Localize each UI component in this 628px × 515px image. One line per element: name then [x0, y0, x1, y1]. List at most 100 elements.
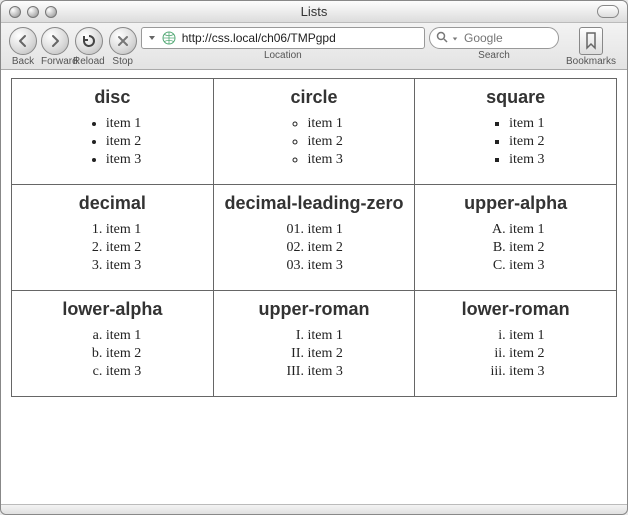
back-button[interactable] — [9, 27, 37, 55]
chevron-down-icon — [148, 34, 156, 42]
arrow-right-icon — [48, 34, 62, 48]
list-item: item 3 — [509, 258, 544, 274]
list-style-grid: discitem 1item 2item 3circleitem 1item 2… — [11, 78, 617, 397]
forward-label: Forward — [41, 56, 69, 67]
titlebar: Lists — [1, 1, 627, 23]
list-item: item 3 — [106, 364, 141, 380]
list-item: item 2 — [509, 346, 544, 362]
cell-title: circle — [224, 87, 405, 108]
cell-list: item 1 item 2 item 3 — [83, 114, 141, 170]
nav-group: Back Forward — [9, 27, 69, 67]
magnifier-icon — [436, 31, 448, 43]
list: item 1 item 2 item 3 — [487, 222, 545, 274]
list-item: item 3 — [307, 152, 342, 168]
grid-cell: circle item 1item 2item 3 — [213, 79, 415, 185]
list: item 1item 2item 3 — [487, 328, 545, 380]
reload-label: Reload — [73, 56, 105, 67]
grid-cell: upper-romanitem 1item 2item 3 — [213, 291, 415, 397]
window-controls — [9, 6, 57, 18]
stop-group: Stop — [109, 27, 137, 67]
cell-list: item 1item 2item 3 — [487, 326, 545, 382]
cell-title: disc — [22, 87, 203, 108]
stop-icon — [117, 35, 129, 47]
list: item 1 item 2 item 3 — [83, 116, 141, 168]
grid-cell: squareitem 1item 2item 3 — [415, 79, 617, 185]
bookmarks-button[interactable] — [579, 27, 603, 55]
list-item: item 1 — [106, 116, 141, 132]
cell-title: lower-roman — [425, 299, 606, 320]
close-window-button[interactable] — [9, 6, 21, 18]
grid-cell: decimal item 1 item 2 item 3 — [12, 185, 214, 291]
reload-icon — [81, 33, 97, 49]
status-bar — [1, 504, 627, 514]
url-dropdown-icon[interactable] — [146, 28, 158, 48]
search-label: Search — [478, 50, 510, 61]
cell-list: item 1 item 2 item 3 — [487, 220, 545, 276]
list-item: item 2 — [106, 346, 141, 362]
grid-cell: lower-alpha item 1 item 2 item 3 — [12, 291, 214, 397]
cell-title: decimal — [22, 193, 203, 214]
list-item: item 3 — [106, 152, 141, 168]
stop-button[interactable] — [109, 27, 137, 55]
list-item: item 1 — [307, 328, 342, 344]
list-item: item 2 — [509, 240, 544, 256]
toolbar-toggle-pill[interactable] — [597, 5, 619, 18]
list-item: item 1 — [307, 116, 342, 132]
cell-list: item 1 item 2 item 3 — [83, 220, 141, 276]
grid-cell: lower-romanitem 1item 2item 3 — [415, 291, 617, 397]
list-item: item 1 — [106, 222, 141, 238]
cell-title: square — [425, 87, 606, 108]
cell-title: decimal-leading-zero — [224, 193, 405, 214]
grid-cell: upper-alpha item 1 item 2 item 3 — [415, 185, 617, 291]
minimize-window-button[interactable] — [27, 6, 39, 18]
list-item: item 2 — [106, 134, 141, 150]
bookmark-icon — [585, 32, 597, 50]
search-dropdown-icon[interactable] — [452, 31, 458, 45]
location-label: Location — [264, 50, 302, 61]
cell-title: upper-alpha — [425, 193, 606, 214]
cell-list: item 1item 2item 3 — [285, 326, 343, 382]
list-item: item 2 — [307, 240, 342, 256]
bookmarks-label: Bookmarks — [566, 56, 616, 67]
forward-button[interactable] — [41, 27, 69, 55]
cell-title: upper-roman — [224, 299, 405, 320]
location-group: Location — [141, 27, 425, 61]
browser-window: Lists Back Forward Reload — [0, 0, 628, 515]
stop-label: Stop — [112, 56, 133, 67]
list: item 1item 2item 3 — [487, 116, 545, 168]
search-group: Search — [429, 27, 559, 61]
globe-icon — [162, 31, 176, 45]
search-field-wrap[interactable] — [429, 27, 559, 49]
search-icon — [436, 31, 448, 46]
list-item: item 2 — [106, 240, 141, 256]
list-item: item 3 — [106, 258, 141, 274]
cell-title: lower-alpha — [22, 299, 203, 320]
list: item 1 item 2 item 3 — [83, 222, 141, 274]
url-input[interactable] — [180, 30, 420, 46]
list-item: item 1 — [106, 328, 141, 344]
toolbar: Back Forward Reload Stop — [1, 23, 627, 70]
reload-button[interactable] — [75, 27, 103, 55]
list: item 1item 2item 3 — [285, 116, 343, 168]
list: item 1item 2item 3 — [285, 328, 343, 380]
grid-cell: disc item 1 item 2 item 3 — [12, 79, 214, 185]
grid-cell: decimal-leading-zero item 1 item 2 item 3 — [213, 185, 415, 291]
list-item: item 1 — [509, 328, 544, 344]
back-label: Back — [9, 56, 37, 67]
list-item: item 1 — [307, 222, 342, 238]
window-title: Lists — [1, 4, 627, 19]
list-item: item 1 — [509, 222, 544, 238]
list-item: item 2 — [509, 134, 544, 150]
zoom-window-button[interactable] — [45, 6, 57, 18]
cell-list: item 1 item 2 item 3 — [83, 326, 141, 382]
list-item: item 3 — [307, 258, 342, 274]
url-field-wrap[interactable] — [141, 27, 425, 49]
chevron-down-icon — [452, 36, 458, 42]
list-item: item 2 — [307, 346, 342, 362]
page-content: discitem 1item 2item 3circleitem 1item 2… — [1, 70, 627, 504]
reload-group: Reload — [73, 27, 105, 67]
list: item 1 item 2 item 3 — [285, 222, 343, 274]
arrow-left-icon — [16, 34, 30, 48]
bookmarks-group: Bookmarks — [563, 27, 619, 67]
list-item: item 3 — [509, 152, 544, 168]
